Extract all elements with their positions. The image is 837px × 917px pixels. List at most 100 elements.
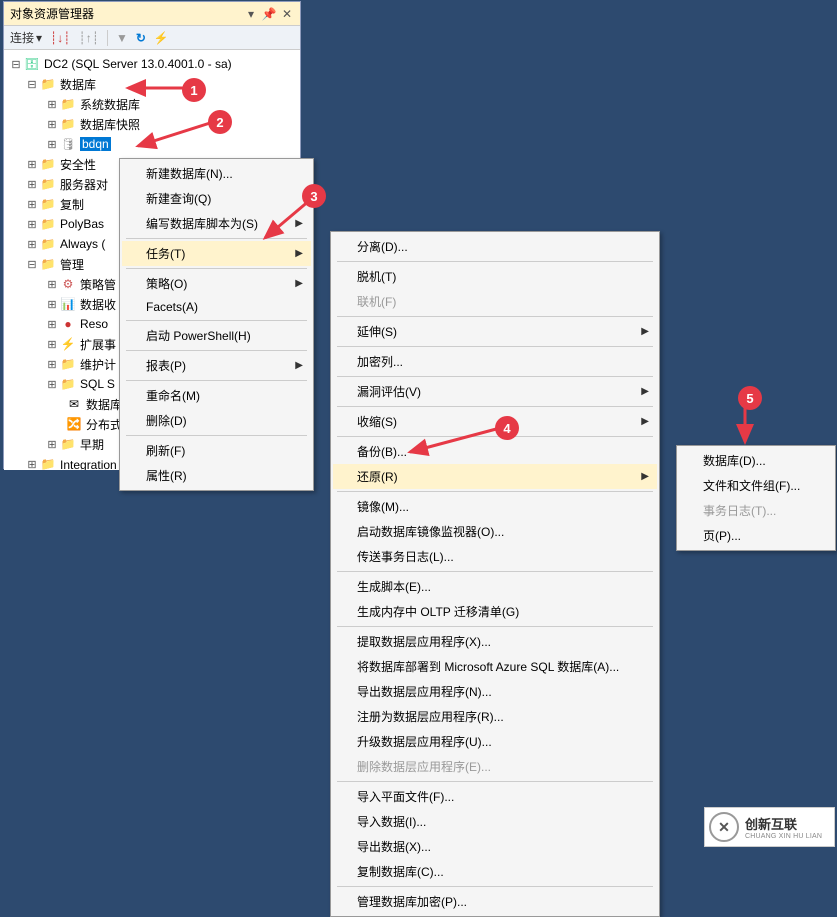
menu-vuln[interactable]: 漏洞评估(V)▶ <box>333 379 657 404</box>
menu-exportdata[interactable]: 导出数据(X)... <box>333 834 657 859</box>
folder-icon: 📁 <box>40 256 56 272</box>
menu-script-db[interactable]: 编写数据库脚本为(S)▶ <box>122 211 311 236</box>
menu-deploy[interactable]: 将数据库部署到 Microsoft Azure SQL 数据库(A)... <box>333 654 657 679</box>
tree-databases[interactable]: ⊟ 📁 数据库 <box>6 74 298 94</box>
menu-upgrade[interactable]: 升级数据层应用程序(U)... <box>333 729 657 754</box>
disconnect-icon[interactable]: ┊↑┊ <box>79 31 99 45</box>
minus-icon[interactable]: ⊟ <box>26 258 38 270</box>
menu-export[interactable]: 导出数据层应用程序(N)... <box>333 679 657 704</box>
menu-tasks[interactable]: 任务(T)▶ <box>122 241 311 266</box>
filter-icon[interactable]: ▼ <box>116 31 128 45</box>
menu-rename[interactable]: 重命名(M) <box>122 383 311 408</box>
menu-new-query[interactable]: 新建查询(Q) <box>122 186 311 211</box>
node-label: 数据收 <box>80 296 116 313</box>
plus-icon[interactable]: ⊞ <box>46 338 58 350</box>
plus-icon[interactable]: ⊞ <box>46 318 58 330</box>
pin-icon[interactable]: 📌 <box>262 7 276 21</box>
menu-backup[interactable]: 备份(B)... <box>333 439 657 464</box>
menu-mirmonitor[interactable]: 启动数据库镜像监视器(O)... <box>333 519 657 544</box>
menu-new-database[interactable]: 新建数据库(N)... <box>122 161 311 186</box>
menu-reports[interactable]: 报表(P)▶ <box>122 353 311 378</box>
menu-separator <box>126 435 307 436</box>
node-label: 数据库 <box>86 396 122 413</box>
connect-icon[interactable]: ┊↓┊ <box>50 31 70 45</box>
menu-separator <box>337 261 653 262</box>
menu-restore[interactable]: 还原(R)▶ <box>333 464 657 489</box>
menu-refresh[interactable]: 刷新(F) <box>122 438 311 463</box>
menu-genscript[interactable]: 生成脚本(E)... <box>333 574 657 599</box>
plus-icon[interactable]: ⊞ <box>46 278 58 290</box>
menu-copydb[interactable]: 复制数据库(C)... <box>333 859 657 884</box>
node-label: 分布式 <box>86 416 122 433</box>
menu-separator <box>126 380 307 381</box>
node-label-selected: bdqn <box>80 137 111 151</box>
folder-icon: 📁 <box>60 356 76 372</box>
menu-restore-page[interactable]: 页(P)... <box>679 523 833 548</box>
plus-icon[interactable]: ⊞ <box>26 458 38 470</box>
node-label: 早期 <box>80 436 104 453</box>
plus-icon[interactable]: ⊞ <box>26 158 38 170</box>
plus-icon[interactable]: ⊞ <box>26 198 38 210</box>
folder-icon: 📁 <box>40 196 56 212</box>
folder-icon: 📁 <box>60 436 76 452</box>
watermark-en: CHUANG XIN HU LIAN <box>745 833 822 840</box>
menu-managekey[interactable]: 管理数据库加密(P)... <box>333 889 657 914</box>
menu-register[interactable]: 注册为数据层应用程序(R)... <box>333 704 657 729</box>
folder-icon: 📁 <box>60 376 76 392</box>
menu-detach[interactable]: 分离(D)... <box>333 234 657 259</box>
menu-shipping[interactable]: 传送事务日志(L)... <box>333 544 657 569</box>
menu-properties[interactable]: 属性(R) <box>122 463 311 488</box>
plus-icon[interactable]: ⊞ <box>26 178 38 190</box>
annotation-badge-4: 4 <box>495 416 519 440</box>
minus-icon[interactable]: ⊟ <box>26 78 38 90</box>
tree-snapshot[interactable]: ⊞ 📁 数据库快照 <box>6 114 298 134</box>
node-label: 管理 <box>60 256 84 273</box>
menu-separator <box>126 320 307 321</box>
extend-icon: ⚡ <box>60 336 76 352</box>
watermark: ✕ 创新互联 CHUANG XIN HU LIAN <box>704 807 835 847</box>
menu-separator <box>126 268 307 269</box>
plus-icon[interactable]: ⊞ <box>26 238 38 250</box>
plus-icon[interactable]: ⊞ <box>46 438 58 450</box>
menu-powershell[interactable]: 启动 PowerShell(H) <box>122 323 311 348</box>
node-label: PolyBas <box>60 217 104 231</box>
plus-icon[interactable]: ⊞ <box>46 138 58 150</box>
chevron-right-icon: ▶ <box>295 360 303 371</box>
menu-extract[interactable]: 提取数据层应用程序(X)... <box>333 629 657 654</box>
menu-policy[interactable]: 策略(O)▶ <box>122 271 311 296</box>
tree-bdqn[interactable]: ⊞ 🛢 bdqn <box>6 134 298 154</box>
menu-restore-database[interactable]: 数据库(D)... <box>679 448 833 473</box>
close-icon[interactable]: ✕ <box>280 7 294 21</box>
tree-sysdb[interactable]: ⊞ 📁 系统数据库 <box>6 94 298 114</box>
menu-facets[interactable]: Facets(A) <box>122 296 311 318</box>
plus-icon[interactable]: ⊞ <box>46 298 58 310</box>
activity-icon[interactable]: ⚡ <box>154 31 169 45</box>
menu-oltp[interactable]: 生成内存中 OLTP 迁移清单(G) <box>333 599 657 624</box>
tree-server-root[interactable]: ⊟ 🗄 DC2 (SQL Server 13.0.4001.0 - sa) <box>6 54 298 74</box>
menu-separator <box>337 376 653 377</box>
minus-icon[interactable]: ⊟ <box>10 58 22 70</box>
menu-importdata[interactable]: 导入数据(I)... <box>333 809 657 834</box>
menu-delete[interactable]: 删除(D) <box>122 408 311 433</box>
menu-importflat[interactable]: 导入平面文件(F)... <box>333 784 657 809</box>
menu-stretch[interactable]: 延伸(S)▶ <box>333 319 657 344</box>
toolbar: 连接 ▾ ┊↓┊ ┊↑┊ ▼ ↻ ⚡ <box>4 26 300 50</box>
plus-icon[interactable]: ⊞ <box>46 378 58 390</box>
plus-icon[interactable]: ⊞ <box>46 358 58 370</box>
policy-icon: ⚙ <box>60 276 76 292</box>
plus-icon[interactable]: ⊞ <box>46 118 58 130</box>
resource-icon: ● <box>60 316 76 332</box>
plus-icon[interactable]: ⊞ <box>46 98 58 110</box>
refresh-icon[interactable]: ↻ <box>136 31 146 45</box>
dropdown-icon[interactable]: ▾ <box>244 7 258 21</box>
folder-icon: 📁 <box>40 76 56 92</box>
menu-separator <box>337 491 653 492</box>
menu-offline[interactable]: 脱机(T) <box>333 264 657 289</box>
menu-restore-files[interactable]: 文件和文件组(F)... <box>679 473 833 498</box>
server-icon: 🗄 <box>24 56 40 72</box>
menu-mirror[interactable]: 镜像(M)... <box>333 494 657 519</box>
menu-encrypt[interactable]: 加密列... <box>333 349 657 374</box>
menu-deletedac: 删除数据层应用程序(E)... <box>333 754 657 779</box>
connect-button[interactable]: 连接 ▾ <box>10 29 42 46</box>
plus-icon[interactable]: ⊞ <box>26 218 38 230</box>
